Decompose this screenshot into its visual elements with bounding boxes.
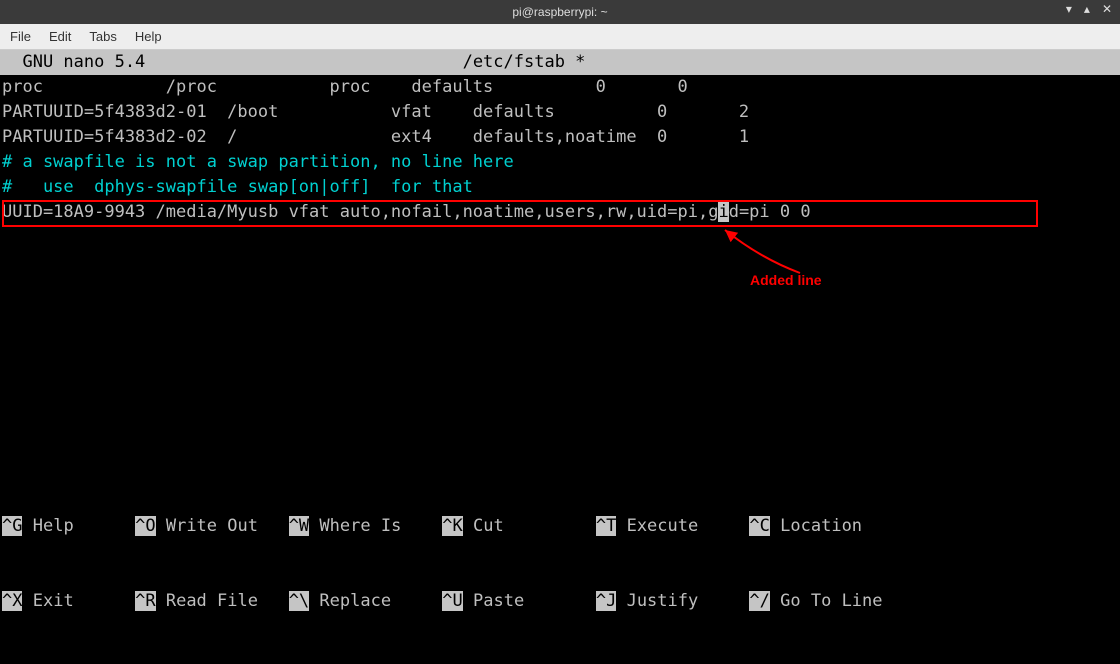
menu-help[interactable]: Help [135,29,162,44]
fstab-line-boot: PARTUUID=5f4383d2-01 /boot vfat defaults… [0,100,1120,125]
shortcut-whereis: ^W Where Is [289,514,443,539]
shortcut-exit: ^X Exit [2,589,135,614]
annotation-label: Added line [750,268,822,293]
shortcut-justify: ^J Justify [596,589,750,614]
shortcut-replace: ^\ Replace [289,589,443,614]
menu-file[interactable]: File [10,29,31,44]
menu-tabs[interactable]: Tabs [89,29,116,44]
menu-edit[interactable]: Edit [49,29,71,44]
shortcut-row-1: ^G Help ^O Write Out ^W Where Is ^K Cut … [2,514,1118,539]
shortcut-paste: ^U Paste [442,589,596,614]
fstab-added-line: UUID=18A9-9943 /media/Myusb vfat auto,no… [0,200,1120,225]
shortcut-readfile: ^R Read File [135,589,289,614]
terminal[interactable]: GNU nano 5.4 /etc/fstab * proc /proc pro… [0,50,1120,664]
close-icon[interactable]: ✕ [1100,2,1114,16]
shortcut-help: ^G Help [2,514,135,539]
maximize-icon[interactable]: ▴ [1082,2,1092,16]
window-titlebar: pi@raspberrypi: ~ ▾ ▴ ✕ [0,0,1120,24]
shortcut-cut: ^K Cut [442,514,596,539]
shortcut-row-2: ^X Exit ^R Read File ^\ Replace ^U Paste… [2,589,1118,614]
window-controls: ▾ ▴ ✕ [1064,2,1114,16]
text-cursor: i [718,202,728,222]
window-title: pi@raspberrypi: ~ [512,5,607,19]
shortcut-gotoline: ^/ Go To Line [749,589,882,614]
nano-footer: ^G Help ^O Write Out ^W Where Is ^K Cut … [0,464,1120,664]
fstab-comment-1: # a swapfile is not a swap partition, no… [0,150,1120,175]
fstab-comment-2: # use dphys-swapfile swap[on|off] for th… [0,175,1120,200]
minimize-icon[interactable]: ▾ [1064,2,1074,16]
fstab-line-root: PARTUUID=5f4383d2-02 / ext4 defaults,noa… [0,125,1120,150]
nano-version: GNU nano 5.4 [2,50,145,75]
fstab-line-proc: proc /proc proc defaults 0 0 [0,75,1120,100]
shortcut-execute: ^T Execute [596,514,750,539]
shortcut-location: ^C Location [749,514,862,539]
nano-header: GNU nano 5.4 /etc/fstab * [0,50,1120,75]
nano-filename: /etc/fstab * [463,50,586,75]
shortcut-writeout: ^O Write Out [135,514,289,539]
menubar: File Edit Tabs Help [0,24,1120,50]
